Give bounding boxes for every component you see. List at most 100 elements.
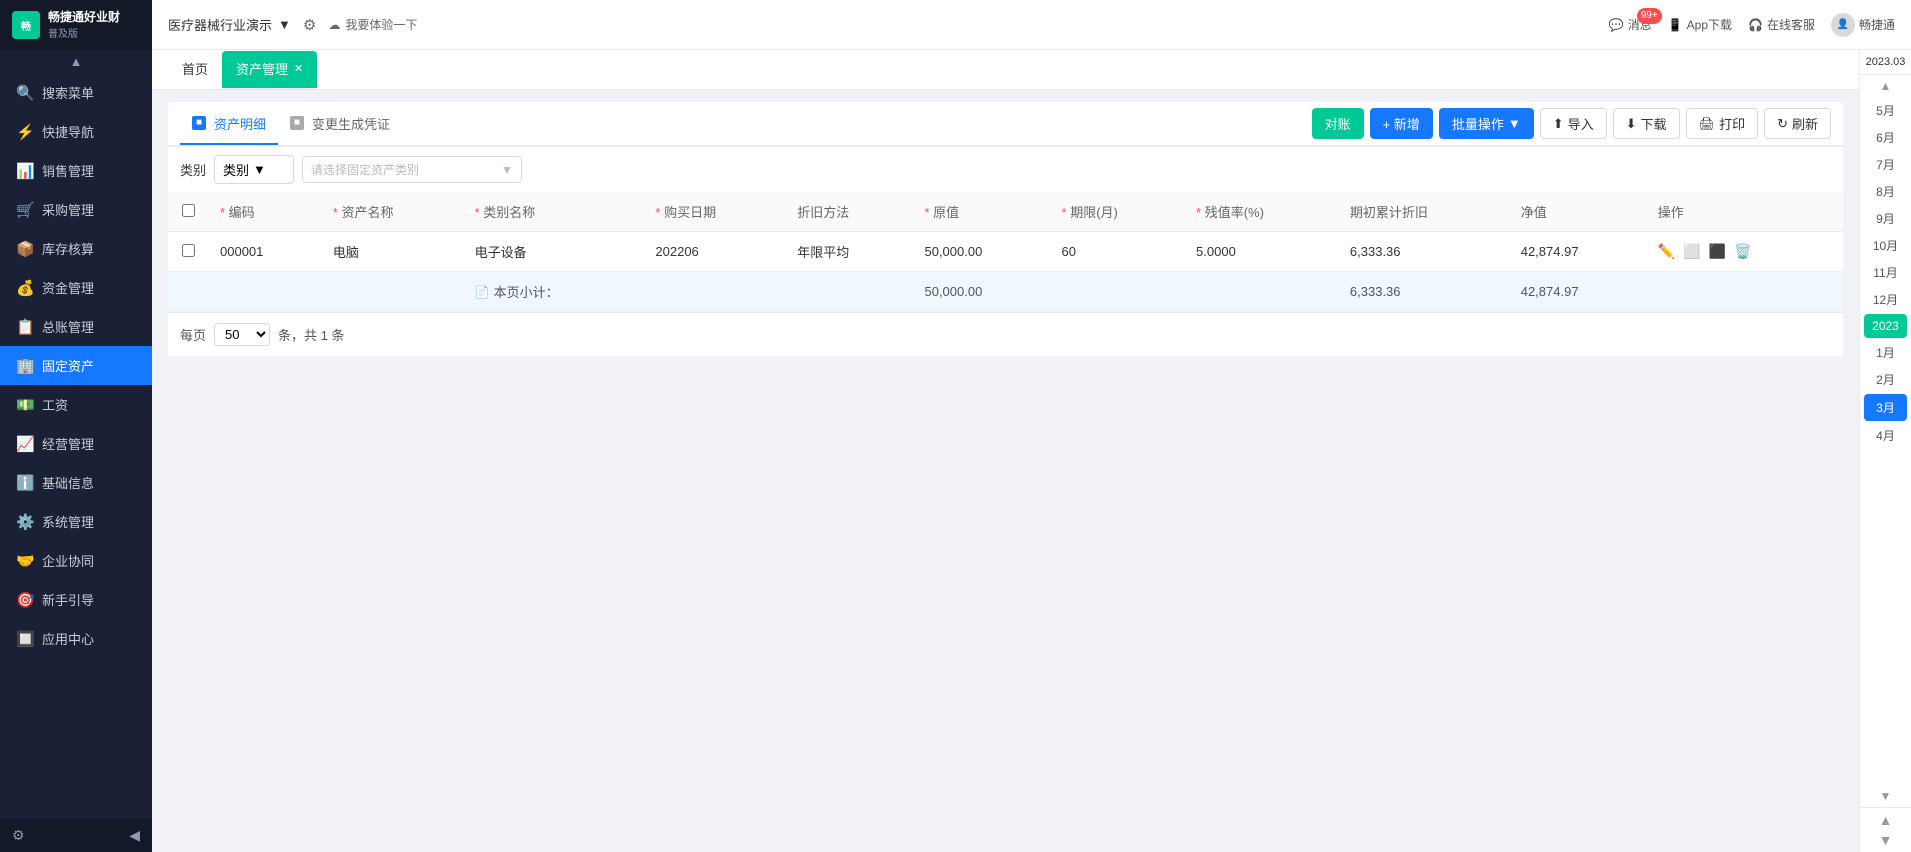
date-month-6[interactable]: 6月	[1860, 124, 1911, 151]
sub-tab-asset-detail[interactable]: ■ 资产明细	[180, 104, 278, 145]
sidebar: 畅 畅捷通好业财 普及版 ▲ 🔍 搜索菜单 ⚡ 快捷导航 📊 销售管理 🛒 采购…	[0, 0, 152, 852]
category-select[interactable]: 类别 ▼	[214, 155, 294, 184]
app-edition: 普及版	[48, 25, 120, 40]
tab-close-icon[interactable]: ✕	[294, 62, 303, 75]
more-icon[interactable]: ⬛	[1709, 243, 1726, 260]
sidebar-item-ops[interactable]: 📈 经营管理	[0, 424, 152, 463]
sidebar-item-basic-info[interactable]: ℹ️ 基础信息	[0, 463, 152, 502]
enterprise-icon: 🤝	[16, 552, 34, 570]
sidebar-item-label: 系统管理	[42, 512, 94, 531]
user-menu[interactable]: 👤 畅捷通	[1831, 13, 1895, 37]
refresh-button[interactable]: ↻ 刷新	[1764, 108, 1831, 139]
sidebar-item-purchase[interactable]: 🛒 采购管理	[0, 190, 152, 229]
sidebar-item-enterprise[interactable]: 🤝 企业协同	[0, 541, 152, 580]
sidebar-item-label: 新手引导	[42, 590, 94, 609]
sidebar-item-salary[interactable]: 💵 工资	[0, 385, 152, 424]
main-wrapper: 医疗器械行业演示 ▼ ⚙ ☁ 我要体验一下 💬 消息 99+ 📱 App下载 🎧…	[152, 0, 1911, 852]
edit-icon[interactable]: ✏️	[1658, 243, 1675, 260]
filter-bar: 类别 类别 ▼ 请选择固定资产类别 ▼	[168, 146, 1843, 192]
per-page-select[interactable]: 50 10 20 100	[214, 323, 270, 346]
sub-tab-change-voucher[interactable]: ■ 变更生成凭证	[278, 104, 402, 145]
delete-icon[interactable]: 🗑️	[1734, 243, 1751, 260]
subtotal-empty-rate	[1184, 272, 1338, 312]
date-month-1[interactable]: 1月	[1860, 339, 1911, 366]
sidebar-item-fixed-assets[interactable]: 🏢 固定资产	[0, 346, 152, 385]
date-month-11[interactable]: 11月	[1860, 259, 1911, 286]
sidebar-scroll-up[interactable]: ▲	[0, 50, 152, 73]
download-button[interactable]: ⬇ 下载	[1613, 108, 1680, 139]
company-selector[interactable]: 医疗器械行业演示 ▼	[168, 15, 291, 34]
sidebar-item-label: 企业协同	[42, 551, 94, 570]
date-items: 5月 6月 7月 8月 9月 10月 11月 12月 2023 1月 2月 3月…	[1860, 97, 1911, 785]
sidebar-item-sales[interactable]: 📊 销售管理	[0, 151, 152, 190]
date-nav-up[interactable]: ▲	[1860, 75, 1911, 97]
sidebar-item-ledger[interactable]: 📋 总账管理	[0, 307, 152, 346]
sidebar-header: 畅 畅捷通好业财 普及版	[0, 0, 152, 50]
new-button[interactable]: + 新增	[1370, 108, 1433, 139]
sidebar-item-label: 销售管理	[42, 161, 94, 180]
sidebar-item-label: 搜索菜单	[42, 83, 94, 102]
date-month-10[interactable]: 10月	[1860, 232, 1911, 259]
date-month-4[interactable]: 4月	[1860, 422, 1911, 449]
header-category: * 类别名称	[463, 192, 644, 232]
date-month-2[interactable]: 2月	[1860, 366, 1911, 393]
reconcile-button[interactable]: 对账	[1312, 108, 1364, 139]
print-icon: 🖨	[1699, 116, 1716, 132]
subtotal-empty-actions	[1646, 272, 1843, 312]
sidebar-item-label: 资金管理	[42, 278, 94, 297]
batch-button[interactable]: 批量操作 ▼	[1439, 108, 1534, 139]
date-month-12[interactable]: 12月	[1860, 286, 1911, 313]
company-name: 医疗器械行业演示	[168, 15, 272, 34]
date-year-label: 2023.03	[1866, 56, 1906, 68]
footer-collapse-icon[interactable]: ◀	[129, 827, 140, 844]
guide-icon: 🎯	[16, 591, 34, 609]
sidebar-item-inventory[interactable]: 📦 库存核算	[0, 229, 152, 268]
print-button[interactable]: 🖨 打印	[1686, 108, 1759, 139]
date-footer-down-icon[interactable]: ▼	[1879, 832, 1893, 848]
header-original-value: * 原值	[912, 192, 1049, 232]
date-month-3[interactable]: 3月	[1864, 394, 1907, 421]
batch-dropdown-icon: ▼	[1508, 116, 1521, 131]
date-month-8[interactable]: 8月	[1860, 178, 1911, 205]
sidebar-item-search[interactable]: 🔍 搜索菜单	[0, 73, 152, 112]
import-button[interactable]: ⬆ 导入	[1540, 108, 1607, 139]
category-input[interactable]: 请选择固定资产类别 ▼	[302, 156, 522, 183]
header-period: * 期限(月)	[1050, 192, 1185, 232]
copy-icon[interactable]: ⬜	[1683, 243, 1700, 260]
sidebar-item-quick-nav[interactable]: ⚡ 快捷导航	[0, 112, 152, 151]
sidebar-item-apps[interactable]: 🔲 应用中心	[0, 619, 152, 658]
select-all-checkbox[interactable]	[182, 204, 195, 217]
row-name: 电脑	[321, 232, 463, 272]
sidebar-item-guide[interactable]: 🎯 新手引导	[0, 580, 152, 619]
date-month-9[interactable]: 9月	[1860, 205, 1911, 232]
sidebar-item-label: 应用中心	[42, 629, 94, 648]
date-sidebar-header: 2023.03	[1860, 50, 1911, 75]
date-current-year[interactable]: 2023	[1864, 314, 1907, 338]
date-month-5[interactable]: 5月	[1860, 97, 1911, 124]
tab-asset-mgmt[interactable]: 资产管理 ✕	[222, 51, 317, 88]
row-original-value: 50,000.00	[912, 232, 1049, 272]
row-checkbox-cell	[168, 232, 208, 272]
salary-icon: 💵	[16, 396, 34, 414]
experience-button[interactable]: ☁ 我要体验一下	[328, 16, 417, 33]
date-footer-up-icon[interactable]: ▲	[1879, 812, 1893, 828]
footer-settings-icon[interactable]: ⚙	[12, 827, 25, 844]
purchase-icon: 🛒	[16, 201, 34, 219]
date-month-7[interactable]: 7月	[1860, 151, 1911, 178]
table-row: 000001 电脑 电子设备 202206 年限平均 50,000.00 60 …	[168, 232, 1843, 272]
topbar-settings-icon[interactable]: ⚙	[303, 16, 316, 34]
row-checkbox[interactable]	[182, 244, 195, 257]
notifications-button[interactable]: 💬 消息 99+	[1609, 16, 1652, 33]
customer-service-button[interactable]: 🎧 在线客服	[1748, 16, 1815, 33]
date-nav-down[interactable]: ▼	[1860, 785, 1911, 807]
category-select-value: 类别	[223, 160, 249, 179]
sidebar-item-finance[interactable]: 💰 资金管理	[0, 268, 152, 307]
sidebar-item-system[interactable]: ⚙️ 系统管理	[0, 502, 152, 541]
subtotal-empty-method	[785, 272, 912, 312]
tab-home[interactable]: 首页	[168, 51, 222, 88]
page-body: 首页 资产管理 ✕ ■ 资产明细	[152, 50, 1859, 852]
company-dropdown-icon: ▼	[278, 17, 291, 32]
app-download-button[interactable]: 📱 App下载	[1668, 16, 1732, 33]
system-icon: ⚙️	[16, 513, 34, 531]
row-code: 000001	[208, 232, 321, 272]
